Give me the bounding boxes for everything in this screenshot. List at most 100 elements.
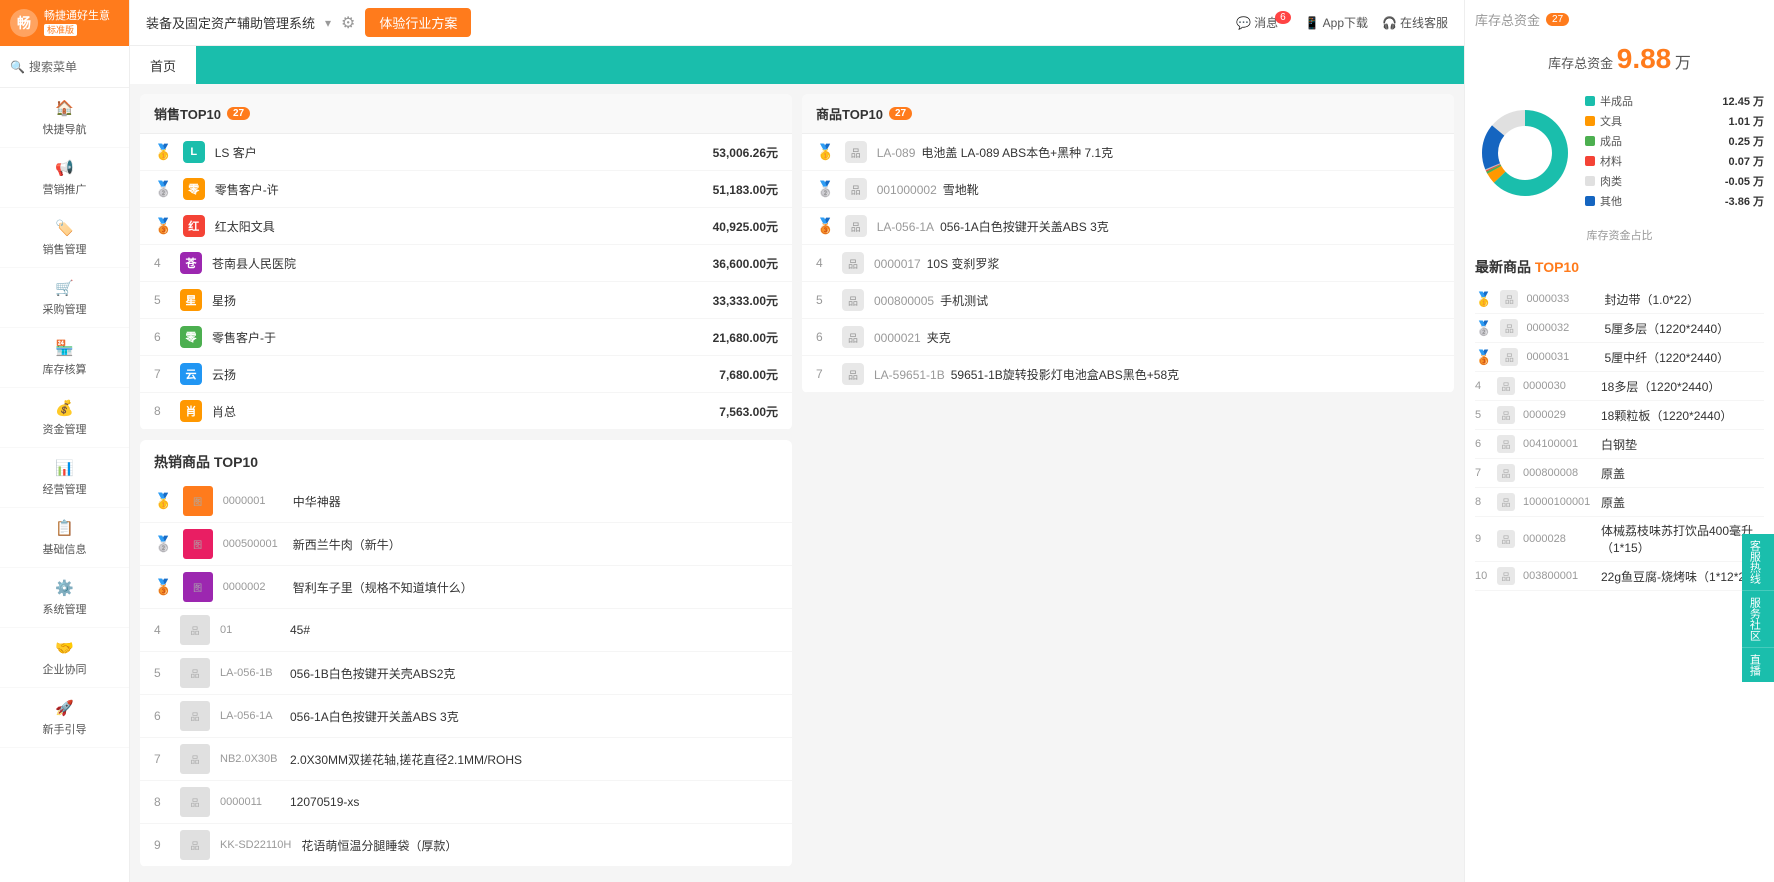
hot-products-title: 热销商品 TOP10	[140, 440, 792, 480]
new-product-avatar: 品	[1497, 377, 1515, 395]
customer-list-item: 🥉 红 红太阳文具 40,925.00元	[140, 208, 792, 245]
customer-name: 零售客户-于	[212, 329, 703, 346]
product-code: LA-056-1B	[220, 667, 280, 679]
trial-button[interactable]: 体验行业方案	[365, 8, 471, 37]
product-code: NB2.0X30B	[220, 753, 280, 765]
new-product-avatar: 品	[1497, 567, 1515, 585]
new-product-name: 18多层（1220*2440）	[1601, 378, 1764, 395]
sidebar-icon-7: 📋	[55, 518, 75, 538]
product-thumb: 品	[180, 830, 210, 860]
customer-avatar: 红	[183, 215, 205, 237]
online-service-button[interactable]: 🎧 在线客服	[1382, 14, 1448, 31]
legend-dot	[1585, 136, 1595, 146]
search-icon: 🔍	[10, 60, 25, 74]
new-product-item: 6 品 004100001 白钢垫	[1475, 430, 1764, 459]
tab-home[interactable]: 首页	[130, 46, 196, 84]
customer-name: 云扬	[212, 366, 709, 383]
new-product-item: 8 品 10000100001 原盖	[1475, 488, 1764, 517]
sidebar-item-5[interactable]: 💰资金管理	[0, 388, 129, 448]
sidebar-label-9: 企业协同	[43, 661, 87, 677]
sidebar-item-10[interactable]: 🚀新手引导	[0, 688, 129, 748]
new-product-name: 22g鱼豆腐-烧烤味（1*12*20）	[1601, 568, 1764, 585]
product-top10-item: 🥇 品 LA-089电池盖 LA-089 ABS本色+黑种 7.1克	[802, 134, 1454, 171]
inventory-total-unit: 万	[1675, 55, 1691, 72]
rank-num: 5	[1475, 409, 1489, 421]
new-products-list: 🥇 品 0000033 封边带（1.0*22） 🥈 品 0000032 5厘多层…	[1475, 285, 1764, 591]
new-product-avatar: 品	[1497, 406, 1515, 424]
legend-value: 0.07 万	[1729, 153, 1764, 169]
float-btn-1[interactable]: 服务社区	[1742, 591, 1774, 648]
products-badge: 27	[889, 107, 912, 120]
rank-medal: 🥇	[1475, 291, 1492, 308]
customer-amount: 51,183.00元	[713, 181, 778, 198]
rank-num: 4	[154, 256, 170, 270]
legend-value: 0.25 万	[1729, 133, 1764, 149]
sidebar-label-6: 经营管理	[43, 481, 87, 497]
product-avatar: 品	[842, 326, 864, 348]
new-product-item: 9 品 0000028 体械荔枝味苏打饮品400毫升（1*15）	[1475, 517, 1764, 562]
rank-num: 8	[154, 795, 170, 809]
new-product-name: 18颗粒板（1220*2440）	[1601, 407, 1764, 424]
sidebar-item-7[interactable]: 📋基础信息	[0, 508, 129, 568]
product-name: 花语萌恒温分腿睡袋（厚款）	[301, 837, 778, 854]
product-code: 0000011	[220, 796, 280, 808]
hot-product-item: 6 品 LA-056-1A 056-1A白色按键开关盖ABS 3克	[140, 695, 792, 738]
new-product-code: 0000032	[1526, 322, 1596, 334]
rank-num: 4	[1475, 380, 1489, 392]
rank-medal: 🥇	[154, 492, 173, 510]
product-thumb: 图	[183, 486, 213, 516]
hot-products-panel: 热销商品 TOP10 🥇 图 0000001 中华神器 🥈 图 00050000…	[140, 440, 792, 867]
topbar-right-actions: 💬 消息 6 📱 App下载 🎧 在线客服	[1236, 14, 1448, 31]
product-thumb: 品	[180, 615, 210, 645]
rank-medal: 🥇	[816, 143, 835, 161]
legend-name: 半成品	[1600, 93, 1717, 109]
new-product-code: 004100001	[1523, 438, 1593, 450]
legend-dot	[1585, 116, 1595, 126]
sidebar-item-4[interactable]: 🏪库存核算	[0, 328, 129, 388]
product-code: 0000002	[223, 581, 283, 593]
product-top10-item: 🥉 品 LA-056-1A056-1A白色按键开关盖ABS 3克	[802, 208, 1454, 245]
inventory-header: 库存总资金 27	[1475, 10, 1764, 29]
product-code: KK-SD22110H	[220, 839, 291, 851]
customer-avatar: 星	[180, 289, 202, 311]
rank-num: 7	[1475, 467, 1489, 479]
topbar-settings-icon[interactable]: ⚙	[341, 13, 355, 33]
sidebar-item-1[interactable]: 📢营销推广	[0, 148, 129, 208]
customer-name: 红太阳文具	[215, 218, 703, 235]
legend-value: 12.45 万	[1722, 93, 1764, 109]
sidebar-item-9[interactable]: 🤝企业协同	[0, 628, 129, 688]
sidebar-item-2[interactable]: 🏷️销售管理	[0, 208, 129, 268]
app-download-button[interactable]: 📱 App下载	[1305, 14, 1368, 31]
customer-name: 苍南县人民医院	[212, 255, 703, 272]
sales-top10-title: 销售TOP10	[154, 104, 221, 123]
customer-amount: 21,680.00元	[713, 329, 778, 346]
sidebar-icon-0: 🏠	[55, 98, 75, 118]
message-button[interactable]: 💬 消息 6	[1236, 14, 1291, 31]
hot-product-item: 4 品 01 45#	[140, 609, 792, 652]
new-product-item: 7 品 000800008 原盖	[1475, 459, 1764, 488]
legend-item: 材料 0.07 万	[1585, 153, 1764, 169]
product-name: 2.0X30MM双搓花轴,搓花直径2.1MM/ROHS	[290, 751, 778, 768]
customer-list-item: 7 云 云扬 7,680.00元	[140, 356, 792, 393]
product-avatar: 品	[845, 178, 867, 200]
float-btn-2[interactable]: 直播	[1742, 648, 1774, 682]
rank-medal: 🥇	[154, 143, 173, 161]
search-menu-button[interactable]: 🔍 搜索菜单	[10, 54, 119, 79]
main-area: 装备及固定资产辅助管理系统 ▾ ⚙ 体验行业方案 💬 消息 6 📱 App下载 …	[130, 0, 1464, 882]
product-name: 45#	[290, 623, 778, 637]
legend-dot	[1585, 196, 1595, 206]
sidebar-item-3[interactable]: 🛒采购管理	[0, 268, 129, 328]
float-btn-0[interactable]: 客服热线	[1742, 534, 1774, 591]
product-top10-item: 🥈 品 001000002雪地靴	[802, 171, 1454, 208]
topbar-dropdown-icon[interactable]: ▾	[325, 16, 331, 30]
legend-name: 肉类	[1600, 173, 1720, 189]
new-product-avatar: 品	[1500, 319, 1518, 337]
rank-num: 4	[154, 623, 170, 637]
sidebar-item-8[interactable]: ⚙️系统管理	[0, 568, 129, 628]
customer-avatar: 云	[180, 363, 202, 385]
sidebar-item-6[interactable]: 📊经营管理	[0, 448, 129, 508]
sidebar-label-5: 资金管理	[43, 421, 87, 437]
sidebar-item-0[interactable]: 🏠快捷导航	[0, 88, 129, 148]
logo-icon: 畅	[10, 9, 38, 37]
sidebar-search-section: 🔍 搜索菜单	[0, 46, 129, 88]
